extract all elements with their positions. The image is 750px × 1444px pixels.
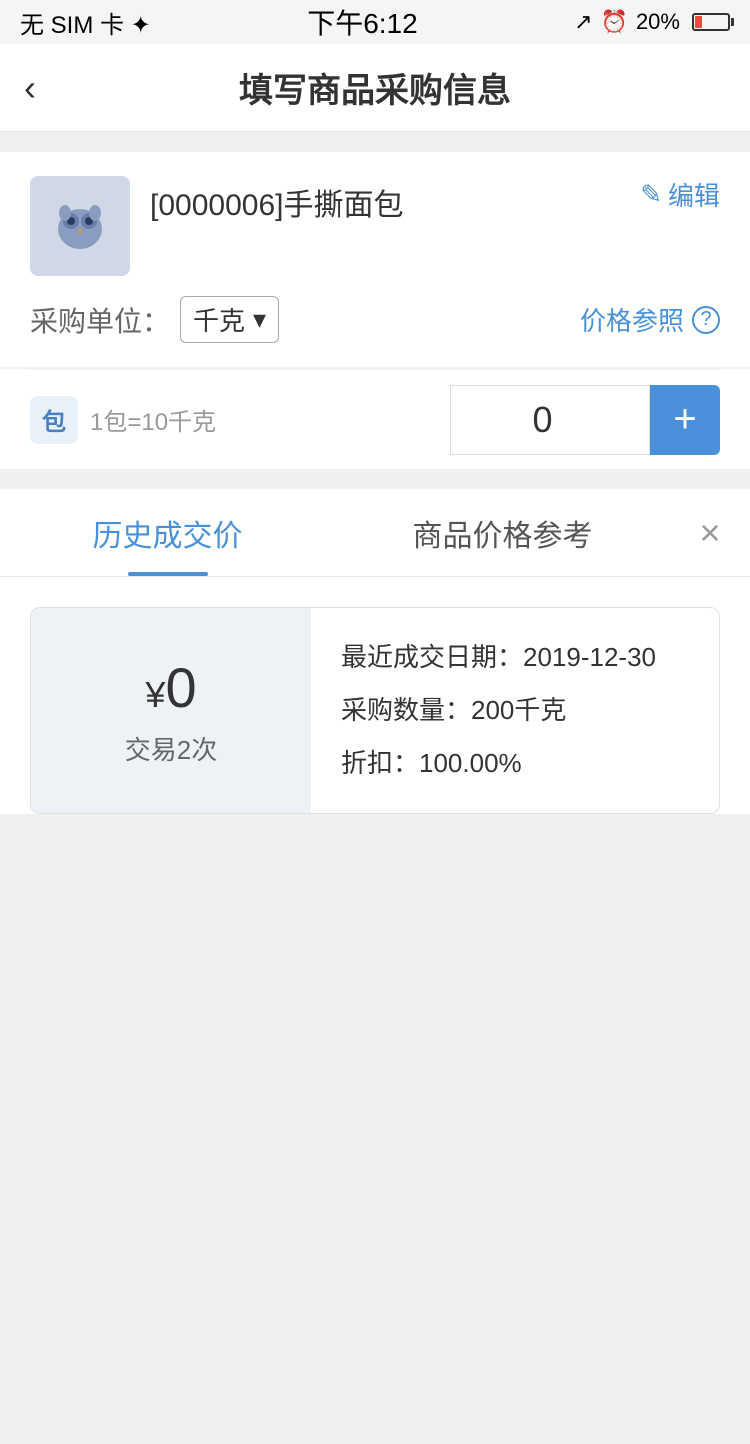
product-left: [0000006]手撕面包 — [30, 176, 403, 276]
product-info: [0000006]手撕面包 — [150, 176, 403, 224]
unit-label: 采购单位： — [30, 300, 170, 340]
product-card: [0000006]手撕面包 ✎ 编辑 采购单位： 千克 ▾ 价格参照 ? — [0, 152, 750, 367]
tab-product-price-ref[interactable]: 商品价格参考 — [335, 489, 670, 576]
tab-close-button[interactable]: × — [670, 512, 750, 554]
unit-select[interactable]: 千克 ▾ — [180, 296, 279, 343]
nav-bar: ‹ 填写商品采购信息 — [0, 44, 750, 132]
discount-row: 折扣：100.00% — [341, 744, 689, 783]
discount-value: 100.00% — [419, 748, 522, 778]
quantity-unit-label: 包 1包=10千克 — [30, 396, 216, 444]
product-thumbnail — [30, 176, 130, 276]
trade-count: 交易2次 — [125, 730, 217, 767]
location-icon: ↗ — [574, 9, 592, 35]
status-left: 无 SIM 卡 ✦ — [20, 5, 151, 40]
status-right: ↗ ⏰ 20% — [574, 9, 730, 35]
history-card-left: ¥0 交易2次 — [31, 608, 311, 813]
tab-history-price[interactable]: 历史成交价 — [0, 489, 335, 576]
history-card-right: 最近成交日期：2019-12-30 采购数量：200千克 折扣：100.00% — [311, 608, 719, 813]
status-bar: 无 SIM 卡 ✦ 下午6:12 ↗ ⏰ 20% — [0, 0, 750, 44]
battery-icon — [692, 13, 730, 31]
unit-value: 千克 — [193, 301, 245, 338]
tab-product-price-label: 商品价格参考 — [413, 511, 593, 555]
quantity-plus-button[interactable]: + — [650, 385, 720, 455]
battery-percent: 20% — [636, 9, 680, 35]
tab-underline — [128, 572, 208, 576]
recent-date-value: 2019-12-30 — [523, 642, 656, 672]
currency-symbol: ¥ — [145, 674, 165, 715]
quantity-row: 包 1包=10千克 + — [30, 369, 720, 469]
discount-label: 折扣： — [341, 748, 419, 778]
unit-left: 采购单位： 千克 ▾ — [30, 296, 279, 343]
bottom-space — [0, 844, 750, 1444]
price-reference-button[interactable]: 价格参照 ? — [580, 301, 720, 338]
product-logo-icon — [45, 191, 115, 261]
price-value: 0 — [165, 656, 196, 719]
recent-date-row: 最近成交日期：2019-12-30 — [341, 638, 689, 677]
unit-dropdown-icon: ▾ — [253, 304, 266, 335]
price-ref-icon: ? — [692, 306, 720, 334]
product-header: [0000006]手撕面包 ✎ 编辑 — [30, 176, 720, 276]
purchase-qty-value: 200千克 — [471, 695, 566, 725]
price-ref-label: 价格参照 — [580, 301, 684, 338]
edit-button[interactable]: ✎ 编辑 — [640, 176, 720, 213]
tabs-section: 历史成交价 商品价格参考 × ¥0 交易2次 最近成交日期：2019-12-30… — [0, 489, 750, 814]
unit-row: 采购单位： 千克 ▾ 价格参照 ? — [30, 296, 720, 343]
recent-date-label: 最近成交日期： — [341, 642, 523, 672]
history-price-card: ¥0 交易2次 最近成交日期：2019-12-30 采购数量：200千克 折扣：… — [30, 607, 720, 814]
unit-badge: 包 — [30, 396, 78, 444]
back-button[interactable]: ‹ — [24, 67, 36, 109]
quantity-section: 包 1包=10千克 + — [0, 369, 750, 469]
purchase-qty-row: 采购数量：200千克 — [341, 691, 689, 730]
purchase-qty-label: 采购数量： — [341, 695, 471, 725]
page-title: 填写商品采购信息 — [239, 63, 511, 112]
tab-history-label: 历史成交价 — [93, 511, 243, 555]
alarm-icon: ⏰ — [601, 9, 628, 35]
edit-label: 编辑 — [668, 176, 720, 213]
tabs-header: 历史成交价 商品价格参考 × — [0, 489, 750, 577]
status-time: 下午6:12 — [307, 2, 418, 42]
unit-conversion-text: 1包=10千克 — [90, 402, 216, 437]
sim-status: 无 SIM 卡 ✦ — [20, 5, 151, 40]
product-name: [0000006]手撕面包 — [150, 176, 403, 224]
quantity-input-group: + — [450, 385, 720, 455]
quantity-input[interactable] — [450, 385, 650, 455]
price-display: ¥0 — [145, 655, 196, 720]
edit-icon: ✎ — [640, 179, 662, 210]
